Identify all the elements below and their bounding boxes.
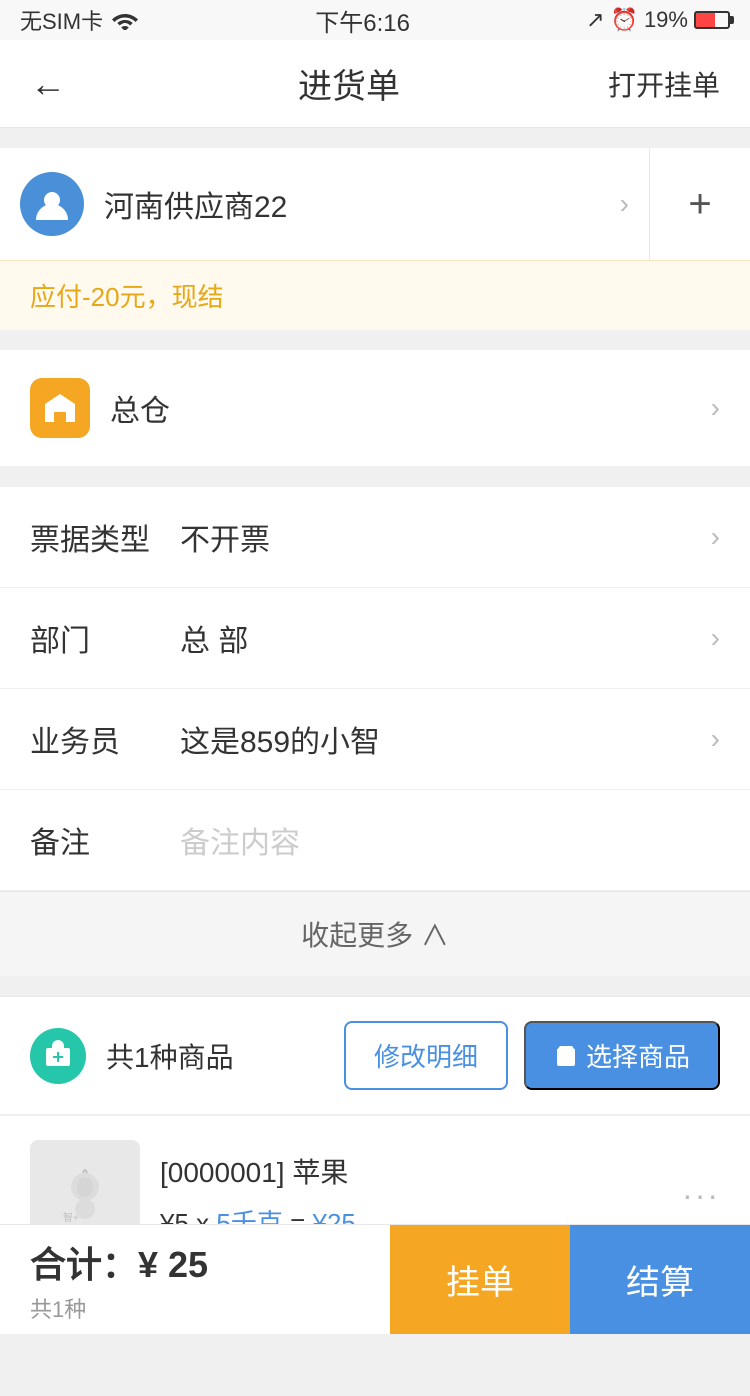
form-section: 票据类型 不开票 › 部门 总 部 › 业务员 这是859的小智 › 备注 备注… [0,487,750,891]
total-section: 合计：¥ 25 共1种 [0,1225,390,1334]
carrier-text: 无SIM卡 [20,4,103,36]
status-time: 下午6:16 [315,3,410,38]
collapse-button[interactable]: 收起更多 ∧ [0,891,750,976]
total-count: 共1种 [30,1292,360,1324]
remark-row[interactable]: 备注 备注内容 [0,790,750,891]
ticket-type-chevron-icon: › [711,521,720,553]
location-icon: ↗ [586,7,604,33]
total-amount: 合计：¥ 25 [30,1236,360,1288]
product-more-button[interactable]: ··· [682,1177,720,1214]
salesperson-label: 业务员 [30,717,180,761]
back-button[interactable]: ← [30,63,90,105]
edit-detail-button[interactable]: 修改明细 [344,1021,508,1090]
notice-bar: 应付-20元，现结 [0,260,750,330]
warehouse-name: 总仓 [110,386,701,430]
supplier-selector[interactable]: 河南供应商22 › [0,148,650,260]
ticket-type-label: 票据类型 [30,515,180,559]
open-hang-button[interactable]: 打开挂单 [608,64,720,104]
divider-1 [0,128,750,148]
nav-bar: ← 进货单 打开挂单 [0,40,750,128]
status-bar: 无SIM卡 下午6:16 ↗ ⏰ 19% [0,0,750,40]
divider-4 [0,976,750,996]
salesperson-chevron-icon: › [711,723,720,755]
checkout-button[interactable]: 结算 [570,1225,750,1334]
divider-3 [0,467,750,487]
salesperson-row[interactable]: 业务员 这是859的小智 › [0,689,750,790]
select-product-label: 选择商品 [586,1037,690,1074]
status-left: 无SIM卡 [20,4,139,36]
add-supplier-button[interactable]: + [650,148,750,260]
status-right: ↗ ⏰ 19% [586,7,730,33]
product-header: 共1种商品 修改明细 选择商品 [0,996,750,1114]
salesperson-value: 这是859的小智 [180,717,701,761]
battery-percent: 19% [644,7,688,33]
battery-icon [694,11,730,29]
remark-label: 备注 [30,818,180,862]
total-value: ¥ 25 [138,1244,208,1285]
wifi-icon [111,10,139,30]
supplier-chevron-icon: › [620,188,629,220]
total-label: 合计： [30,1244,138,1285]
warehouse-selector[interactable]: 总仓 › [0,350,750,467]
ticket-type-row[interactable]: 票据类型 不开票 › [0,487,750,588]
remark-value: 备注内容 [180,818,720,862]
supplier-section: 河南供应商22 › + [0,148,750,260]
page-title: 进货单 [298,59,400,108]
product-name: [0000001] 苹果 [160,1151,662,1191]
department-row[interactable]: 部门 总 部 › [0,588,750,689]
product-count-label: 共1种商品 [106,1036,344,1076]
department-chevron-icon: › [711,622,720,654]
svg-text:智+: 智+ [63,1211,79,1224]
product-header-icon [30,1028,86,1084]
supplier-name: 河南供应商22 [104,182,610,226]
cart-icon [554,1044,578,1068]
department-value: 总 部 [180,616,701,660]
divider-2 [0,330,750,350]
select-product-button[interactable]: 选择商品 [524,1021,720,1090]
bottom-bar: 合计：¥ 25 共1种 挂单 结算 [0,1224,750,1334]
warehouse-chevron-icon: › [711,392,720,424]
supplier-avatar [20,172,84,236]
ticket-type-value: 不开票 [180,515,701,559]
warehouse-icon [30,378,90,438]
alarm-icon: ⏰ [611,7,638,33]
department-label: 部门 [30,616,180,660]
hang-button[interactable]: 挂单 [390,1225,570,1334]
content: 河南供应商22 › + 应付-20元，现结 总仓 › 票据类型 不开票 › 部门… [0,128,750,1396]
